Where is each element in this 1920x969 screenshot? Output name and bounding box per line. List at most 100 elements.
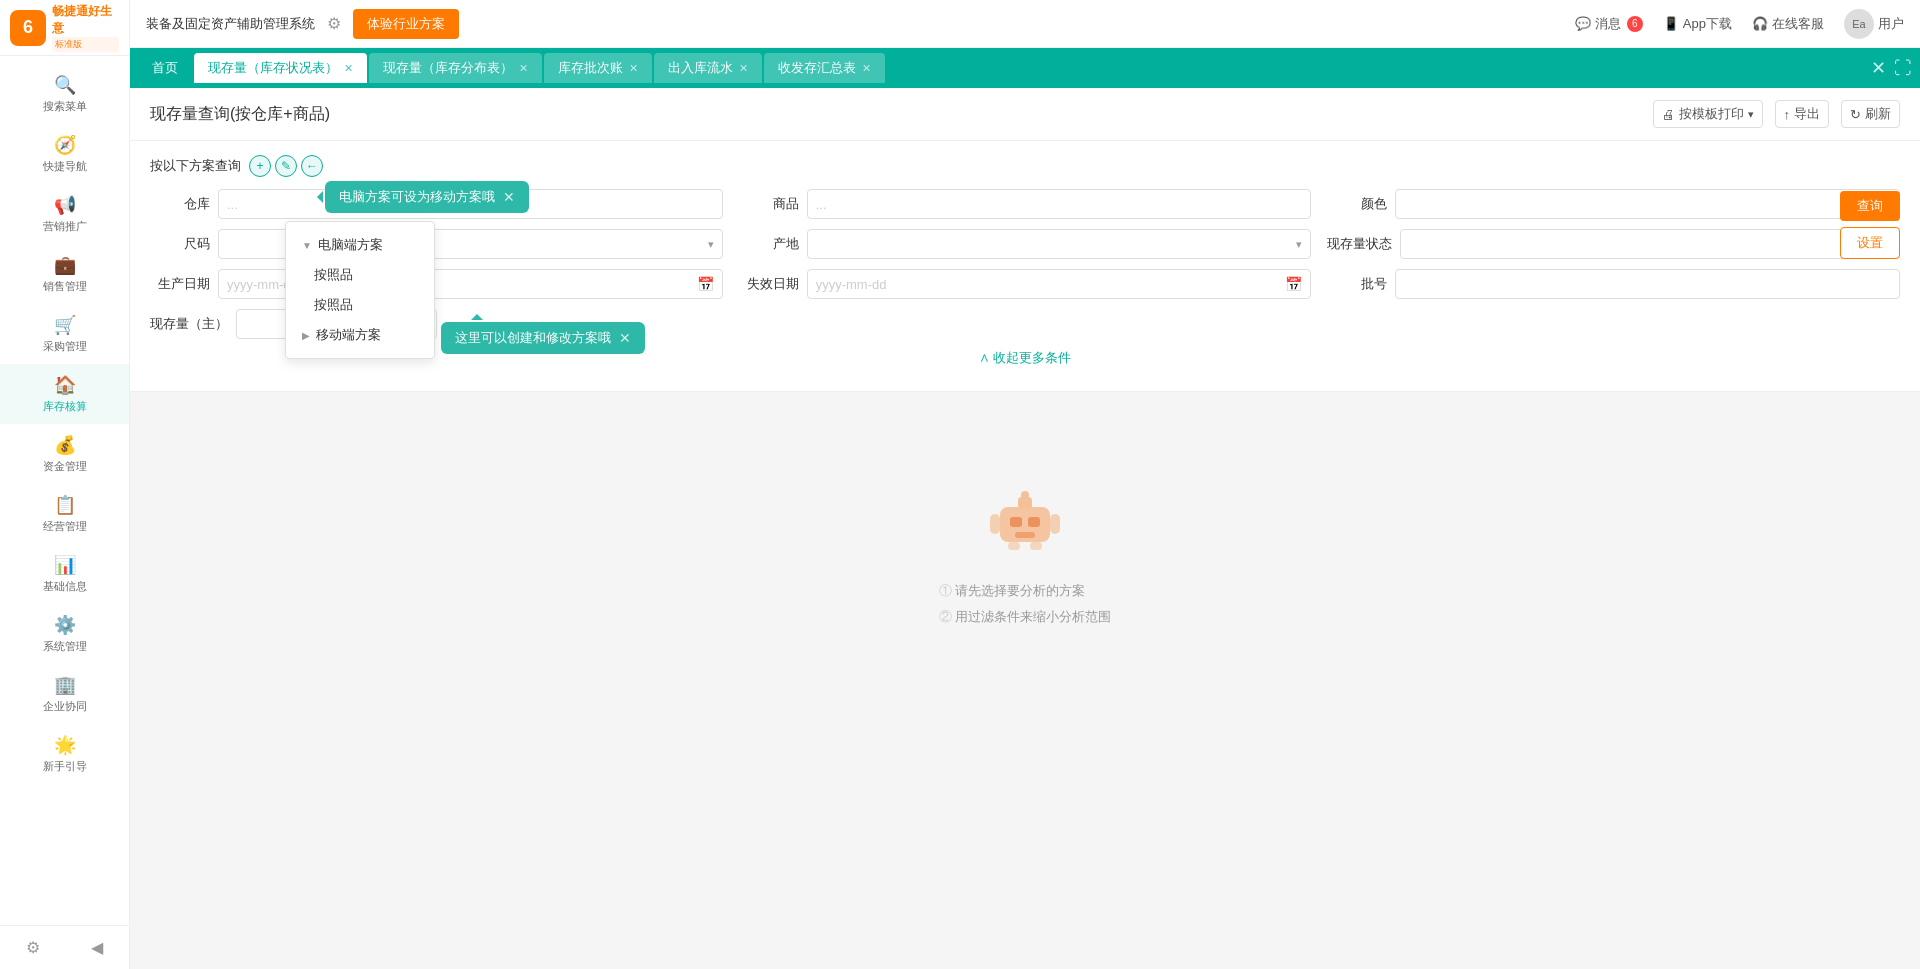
sidebar-bottom: ⚙ ◀ [0, 925, 129, 969]
refresh-btn[interactable]: ↻ 刷新 [1841, 100, 1900, 128]
scheme-tooltip1: 电脑方案可设为移动方案哦 ✕ [325, 181, 529, 213]
collapse-icon[interactable]: ◀ [91, 938, 103, 957]
batch-field: 批号 [1327, 269, 1900, 299]
stock-status-select[interactable]: ▾ [1400, 229, 1900, 259]
refresh-icon: ↻ [1850, 107, 1861, 122]
print-btn[interactable]: 🖨 按模板打印 ▾ [1653, 100, 1763, 128]
origin-select[interactable]: ▾ [807, 229, 1312, 259]
search-buttons: 查询 设置 [1840, 191, 1900, 259]
filter-header: 按以下方案查询 + ✎ ← [150, 155, 1900, 177]
printer-icon: 🖨 [1662, 107, 1675, 122]
sidebar-item-quick[interactable]: 🧭快捷导航 [0, 124, 129, 184]
svg-rect-3 [1015, 532, 1035, 538]
sidebar-item-search[interactable]: 🔍搜索菜单 [0, 64, 129, 124]
produce-date-field: 生产日期 yyyy-mm-dd 📅 [150, 269, 723, 299]
empty-tip1: 请先选择要分析的方案 [939, 578, 1112, 604]
goods-field: 商品 ... [739, 189, 1312, 219]
settings-icon[interactable]: ⚙ [26, 938, 40, 957]
sidebar-item-inventory[interactable]: 🏠库存核算 [0, 364, 129, 424]
reset-btn[interactable]: 设置 [1840, 227, 1900, 259]
tab-summary[interactable]: 收发存汇总表 ✕ [764, 53, 885, 83]
color-label: 颜色 [1327, 195, 1387, 213]
add-scheme-btn[interactable]: + [249, 155, 271, 177]
produce-date-label: 生产日期 [150, 275, 210, 293]
tab-label-batch: 库存批次账 [558, 59, 623, 77]
purchase-icon: 🛒 [54, 314, 76, 336]
sidebar-item-sales[interactable]: 💼销售管理 [0, 244, 129, 304]
tab-flow[interactable]: 出入库流水 ✕ [654, 53, 762, 83]
tab-label-flow: 出入库流水 [668, 59, 733, 77]
desktop-scheme-item[interactable]: ▼ 电脑端方案 [286, 230, 434, 260]
svg-rect-10 [1030, 542, 1042, 550]
tooltip2-close[interactable]: ✕ [619, 330, 631, 346]
sidebar-item-system[interactable]: ⚙️系统管理 [0, 604, 129, 664]
tab-distribution[interactable]: 现存量（库存分布表）✕ [369, 53, 542, 83]
empty-tip2: 用过滤条件来缩小分析范围 [939, 604, 1112, 630]
expire-date-input[interactable]: yyyy-mm-dd 📅 [807, 269, 1312, 299]
tab-close-distribution[interactable]: ✕ [519, 62, 528, 75]
scheme-sub-item2[interactable]: 按照品 [286, 290, 434, 320]
tabbar-close-icon[interactable]: ✕ [1871, 57, 1886, 79]
page-header: 现存量查询(按仓库+商品) 🖨 按模板打印 ▾ ↑ 导出 ↻ 刷新 [130, 88, 1920, 141]
svg-rect-7 [990, 514, 1000, 534]
page-title: 现存量查询(按仓库+商品) [150, 104, 330, 125]
empty-tips: 请先选择要分析的方案 用过滤条件来缩小分析范围 [939, 578, 1112, 630]
tab-close-batch[interactable]: ✕ [629, 62, 638, 75]
sidebar-item-guide[interactable]: 🌟新手引导 [0, 724, 129, 784]
message-btn[interactable]: 💬 消息 6 [1575, 15, 1643, 33]
calendar-icon2[interactable]: 📅 [1285, 276, 1302, 292]
user-btn[interactable]: Ea 用户 [1844, 9, 1904, 39]
logo-area: 6 畅捷通好生意 标准版 [0, 0, 129, 56]
calendar-icon1[interactable]: 📅 [697, 276, 714, 292]
sidebar-item-basic[interactable]: 📊基础信息 [0, 544, 129, 604]
goods-input[interactable]: ... [807, 189, 1312, 219]
batch-input[interactable] [1395, 269, 1900, 299]
online-service-btn[interactable]: 🎧 在线客服 [1752, 15, 1824, 33]
expire-date-label: 失效日期 [739, 275, 799, 293]
mobile-scheme-item[interactable]: ▶ 移动端方案 [286, 320, 434, 350]
headset-icon: 🎧 [1752, 16, 1768, 31]
tabbar: 首页现存量（库存状况表）✕现存量（库存分布表）✕库存批次账✕出入库流水✕收发存汇… [130, 48, 1920, 88]
tab-close-flow[interactable]: ✕ [739, 62, 748, 75]
header: 装备及固定资产辅助管理系统 ⚙ 体验行业方案 💬 消息 6 📱 App下载 🎧 … [130, 0, 1920, 48]
color-field: 颜色 ▾ [1327, 189, 1900, 219]
tab-close-status[interactable]: ✕ [344, 62, 353, 75]
sidebar-item-purchase[interactable]: 🛒采购管理 [0, 304, 129, 364]
tooltip1-close[interactable]: ✕ [503, 189, 515, 205]
logo-icon: 6 [10, 10, 46, 46]
empty-illustration [980, 472, 1070, 562]
industry-btn[interactable]: 体验行业方案 [353, 9, 459, 39]
tab-label-summary: 收发存汇总表 [778, 59, 856, 77]
settings-gear-icon[interactable]: ⚙ [327, 14, 341, 33]
arrow-left-btn[interactable]: ← [301, 155, 323, 177]
tab-batch[interactable]: 库存批次账 ✕ [544, 53, 652, 83]
scheme-sub-item1[interactable]: 按照品 [286, 260, 434, 290]
tab-status[interactable]: 现存量（库存状况表）✕ [194, 53, 367, 83]
tab-home[interactable]: 首页 [138, 53, 192, 83]
expand-arrow2: ▶ [302, 330, 310, 341]
sidebar-item-operation[interactable]: 📋经营管理 [0, 484, 129, 544]
tab-close-summary[interactable]: ✕ [862, 62, 871, 75]
sidebar-item-enterprise[interactable]: 🏢企业协同 [0, 664, 129, 724]
export-btn[interactable]: ↑ 导出 [1775, 100, 1830, 128]
edit-scheme-btn[interactable]: ✎ [275, 155, 297, 177]
sidebar-item-marketing[interactable]: 📢营销推广 [0, 184, 129, 244]
filter-label: 按以下方案查询 [150, 157, 241, 175]
header-left: 装备及固定资产辅助管理系统 ⚙ 体验行业方案 [146, 9, 459, 39]
sales-icon: 💼 [54, 254, 76, 276]
search-btn[interactable]: 查询 [1840, 191, 1900, 221]
scheme-tree: ▼ 电脑端方案 按照品 按照品 ▶ 移动端方案 这里可以创建和修改方案哦 ✕ [285, 221, 435, 359]
batch-label: 批号 [1327, 275, 1387, 293]
filter-icons: + ✎ ← [249, 155, 323, 177]
svg-rect-9 [1008, 542, 1020, 550]
svg-rect-2 [1028, 517, 1040, 527]
color-select[interactable]: ▾ [1395, 189, 1900, 219]
finance-icon: 💰 [54, 434, 76, 456]
svg-rect-1 [1010, 517, 1022, 527]
expand-arrow: ▼ [302, 240, 312, 251]
tabbar-expand-icon[interactable]: ⛶ [1894, 58, 1912, 79]
sidebar-item-finance[interactable]: 💰资金管理 [0, 424, 129, 484]
guide-icon: 🌟 [54, 734, 76, 756]
app-download-btn[interactable]: 📱 App下载 [1663, 15, 1732, 33]
main-area: 装备及固定资产辅助管理系统 ⚙ 体验行业方案 💬 消息 6 📱 App下载 🎧 … [130, 0, 1920, 969]
